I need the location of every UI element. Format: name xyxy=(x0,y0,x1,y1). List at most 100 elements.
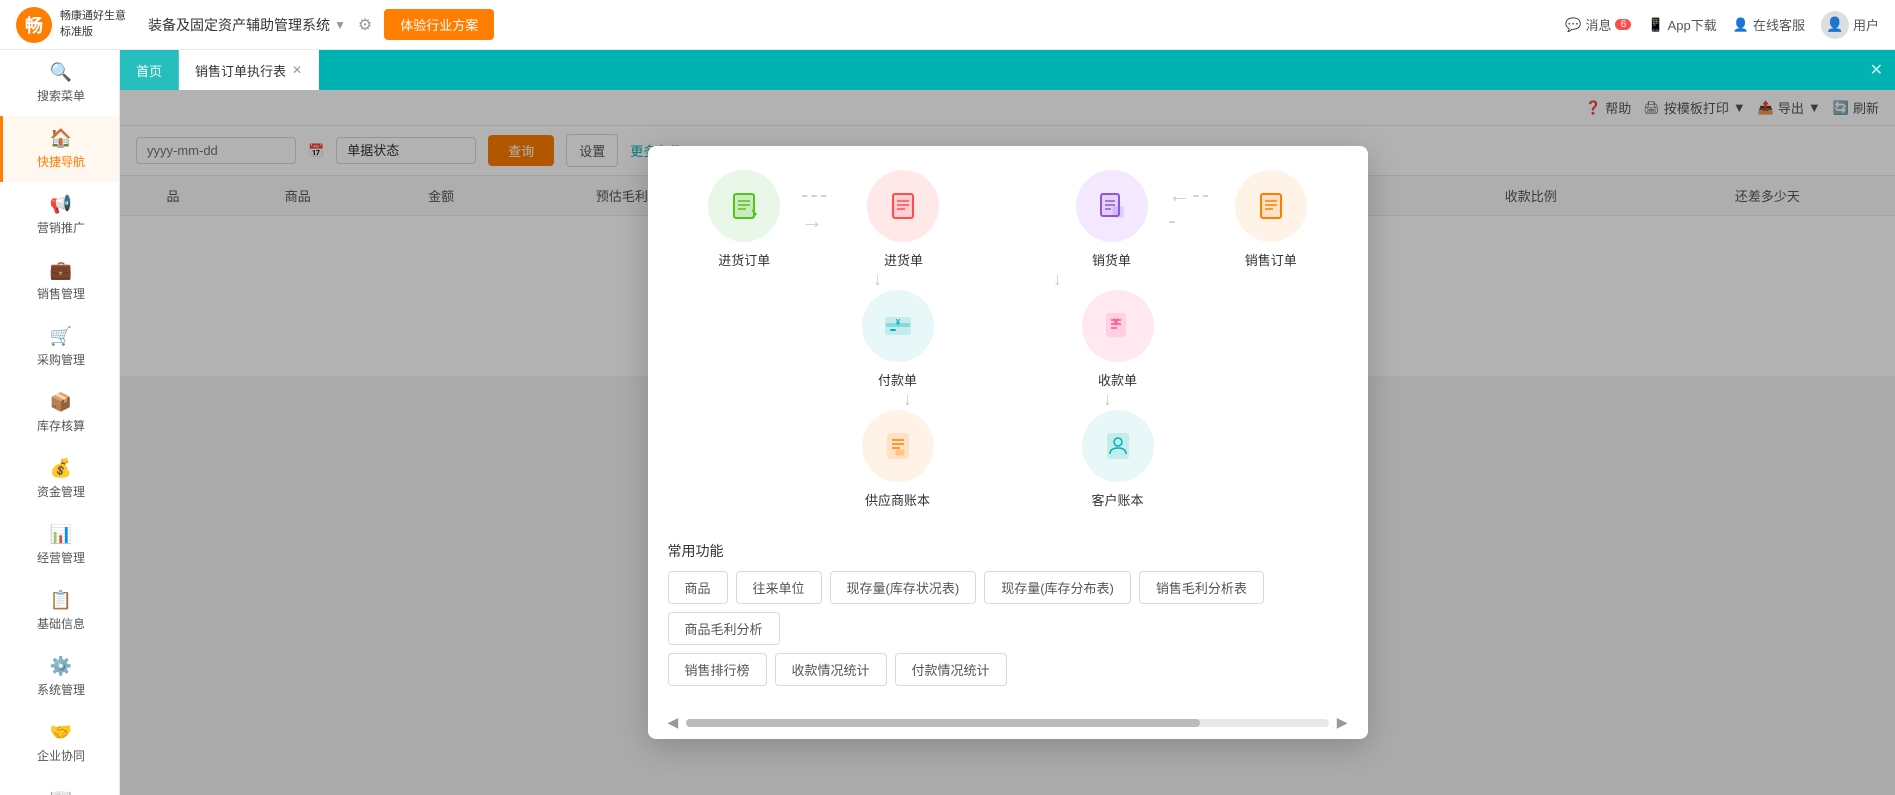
sidebar-label-inventory: 库存核算 xyxy=(37,417,85,434)
gear-icon[interactable]: ⚙ xyxy=(358,15,372,35)
arrow-purchase-to-bill: - - - → xyxy=(801,182,847,234)
flow-purchase-bill[interactable]: 进货单 xyxy=(847,170,961,269)
logo: 畅 畅康通好生意 标准版 xyxy=(16,7,136,43)
sidebar-item-system[interactable]: ⚙️ 系统管理 xyxy=(0,644,119,710)
message-badge: 6 xyxy=(1615,19,1631,30)
func-btn-contacts[interactable]: 往来单位 xyxy=(736,571,822,604)
newbie-icon: 📖 xyxy=(50,788,72,795)
scroll-left-btn[interactable]: ◀ xyxy=(668,714,679,731)
sidebar-item-cooperation[interactable]: 🤝 企业协同 xyxy=(0,710,119,776)
payment-bill-label: 付款单 xyxy=(878,370,917,389)
content-area: 首页 销售订单执行表 ✕ ✕ ❓ 帮助 🖨 xyxy=(120,50,1895,795)
sales-order-icon xyxy=(1235,170,1307,242)
arrow-sales-order-to-bill: ← - - - xyxy=(1168,182,1214,234)
app-download-label: App下载 xyxy=(1668,15,1717,34)
app-download-btn[interactable]: 📱 App下载 xyxy=(1647,15,1716,34)
marketing-icon: 📢 xyxy=(50,194,72,215)
flow-payment-bill[interactable]: ¥ 付款单 xyxy=(838,290,958,389)
cooperation-icon: 🤝 xyxy=(50,722,72,743)
purchase-icon: 🛒 xyxy=(50,326,72,347)
sidebar-label-cooperation: 企业协同 xyxy=(37,747,85,764)
func-btn-receipt-stats[interactable]: 收款情况统计 xyxy=(775,653,887,686)
sidebar-label-sales: 销售管理 xyxy=(37,285,85,302)
flow-area: 进货订单 - - - → xyxy=(648,146,1368,533)
scroll-track[interactable] xyxy=(686,719,1328,727)
online-service-btn[interactable]: 👤 在线客服 xyxy=(1733,15,1805,34)
purchase-bill-icon xyxy=(867,170,939,242)
purchase-order-label: 进货订单 xyxy=(718,250,770,269)
home-icon: 🏠 xyxy=(50,128,72,149)
sales-order-label: 销售订单 xyxy=(1245,250,1297,269)
sidebar-label-quick-nav: 快捷导航 xyxy=(37,153,85,170)
sidebar-item-finance[interactable]: 💰 资金管理 xyxy=(0,446,119,512)
user-btn[interactable]: 👤 用户 xyxy=(1821,11,1879,39)
system-icon: ⚙️ xyxy=(50,656,72,677)
service-icon: 👤 xyxy=(1733,17,1749,33)
sidebar: 🔍 搜索菜单 🏠 快捷导航 📢 营销推广 💼 销售管理 🛒 采购管理 📦 xyxy=(0,50,120,795)
modal-scrollbar: ◀ ▶ xyxy=(648,710,1368,739)
sidebar-label-operations: 经营管理 xyxy=(37,549,85,566)
sidebar-label-marketing: 营销推广 xyxy=(37,219,85,236)
topbar-right: 💬 消息 6 📱 App下载 👤 在线客服 👤 用户 xyxy=(1565,11,1879,39)
sidebar-item-operations[interactable]: 📊 经营管理 xyxy=(0,512,119,578)
sidebar-item-marketing[interactable]: 📢 营销推广 xyxy=(0,182,119,248)
flow-purchase-order[interactable]: 进货订单 xyxy=(688,170,802,269)
common-funcs-title: 常用功能 xyxy=(668,541,1348,561)
flow-customer-ledger[interactable]: 客户账本 xyxy=(1058,410,1178,509)
sidebar-label-finance: 资金管理 xyxy=(37,483,85,500)
tab-home-label: 首页 xyxy=(136,61,162,80)
download-icon: 📱 xyxy=(1647,17,1663,33)
purchase-order-icon xyxy=(708,170,780,242)
sidebar-item-quick-nav[interactable]: 🏠 快捷导航 xyxy=(0,116,119,182)
sidebar-item-purchase[interactable]: 🛒 采购管理 xyxy=(0,314,119,380)
avatar: 👤 xyxy=(1821,11,1849,39)
func-btn-sales-margin[interactable]: 销售毛利分析表 xyxy=(1139,571,1264,604)
flow-sales-bill[interactable]: 销货单 xyxy=(1055,170,1169,269)
logo-text: 畅康通好生意 标准版 xyxy=(60,9,126,40)
func-btn-stock-dist[interactable]: 现存量(库存分布表) xyxy=(984,571,1131,604)
modal-overlay[interactable]: 进货订单 - - - → xyxy=(120,90,1895,795)
online-service-label: 在线客服 xyxy=(1753,15,1805,34)
page-content: ❓ 帮助 🖨 按模板打印 ▼ 📤 导出 ▼ 🔄 xyxy=(120,90,1895,795)
func-btn-product[interactable]: 商品 xyxy=(668,571,728,604)
exp-btn[interactable]: 体验行业方案 xyxy=(384,9,494,40)
purchase-bill-label: 进货单 xyxy=(884,250,923,269)
scroll-right-btn[interactable]: ▶ xyxy=(1337,714,1348,731)
sidebar-label-search: 搜索菜单 xyxy=(37,87,85,104)
flow-supplier-ledger[interactable]: 供应商账本 xyxy=(838,410,958,509)
customer-ledger-icon xyxy=(1082,410,1154,482)
sales-bill-icon xyxy=(1076,170,1148,242)
receipt-bill-icon: ¥ xyxy=(1082,290,1154,362)
customer-ledger-label: 客户账本 xyxy=(1091,490,1143,509)
sidebar-item-search[interactable]: 🔍 搜索菜单 xyxy=(0,50,119,116)
supplier-ledger-label: 供应商账本 xyxy=(865,490,930,509)
flow-sales-order[interactable]: 销售订单 xyxy=(1214,170,1328,269)
func-btn-product-margin[interactable]: 商品毛利分析 xyxy=(668,612,780,645)
sidebar-item-basic-info[interactable]: 📋 基础信息 xyxy=(0,578,119,644)
user-label: 用户 xyxy=(1853,15,1879,34)
sidebar-item-inventory[interactable]: 📦 库存核算 xyxy=(0,380,119,446)
func-btn-sales-rank[interactable]: 销售排行榜 xyxy=(668,653,767,686)
svg-text:¥: ¥ xyxy=(895,318,900,327)
tab-sales-order-exec-label: 销售订单执行表 xyxy=(195,61,286,80)
operations-icon: 📊 xyxy=(50,524,72,545)
sales-bill-label: 销货单 xyxy=(1092,250,1131,269)
system-title-area[interactable]: 装备及固定资产辅助管理系统 ▼ xyxy=(148,15,346,35)
system-title: 装备及固定资产辅助管理系统 xyxy=(148,15,330,35)
sidebar-label-basic-info: 基础信息 xyxy=(37,615,85,632)
tab-close-icon[interactable]: ✕ xyxy=(292,63,302,77)
payment-bill-icon: ¥ xyxy=(862,290,934,362)
flow-receipt-bill[interactable]: ¥ 收款单 xyxy=(1058,290,1178,389)
supplier-ledger-icon xyxy=(862,410,934,482)
sidebar-item-sales[interactable]: 💼 销售管理 xyxy=(0,248,119,314)
search-icon: 🔍 xyxy=(50,62,72,83)
func-btn-stock-status[interactable]: 现存量(库存状况表) xyxy=(830,571,977,604)
message-btn[interactable]: 💬 消息 6 xyxy=(1565,15,1631,34)
tab-bar: 首页 销售订单执行表 ✕ ✕ xyxy=(120,50,1895,90)
sidebar-item-newbie[interactable]: 📖 新手引导 xyxy=(0,776,119,795)
close-all-tabs-btn[interactable]: ✕ xyxy=(1858,60,1895,80)
func-btn-payment-stats[interactable]: 付款情况统计 xyxy=(895,653,1007,686)
tab-sales-order-exec[interactable]: 销售订单执行表 ✕ xyxy=(179,50,319,90)
modal: 进货订单 - - - → xyxy=(648,146,1368,739)
tab-home[interactable]: 首页 xyxy=(120,50,179,90)
